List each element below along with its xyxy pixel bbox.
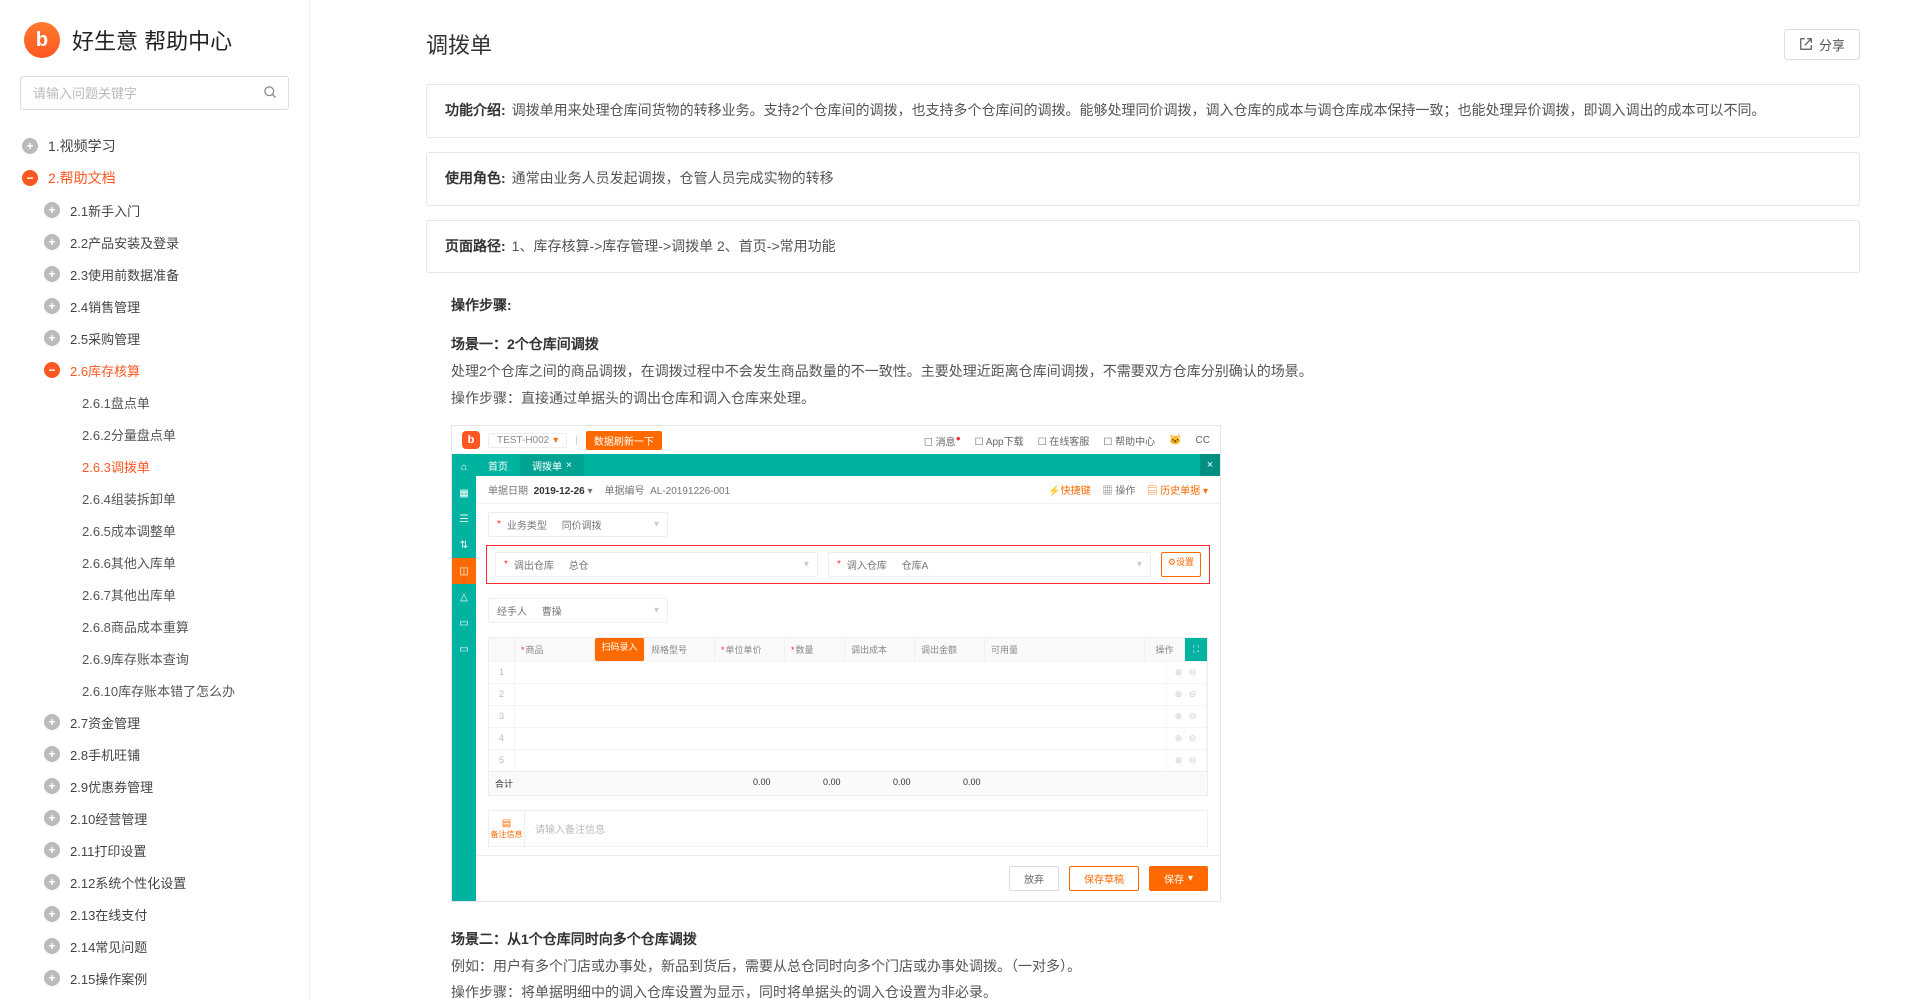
search-icon[interactable] [263, 85, 278, 100]
nav-2-6-1[interactable]: 2.6.1盘点单 [0, 386, 309, 418]
user-name: CC [1196, 435, 1210, 446]
nav-2-6[interactable]: −2.6库存核算 [0, 354, 309, 386]
nav-2-14[interactable]: +2.14常见问题 [0, 930, 309, 962]
app-sidebar: ⌂▦☰⇅ ◫ △▭▭ [452, 454, 476, 901]
refresh-button: 数据刷新一下 [586, 431, 662, 450]
discard-button: 放弃 [1009, 866, 1059, 891]
nav-2-13[interactable]: +2.13在线支付 [0, 898, 309, 930]
nav-2-6-3[interactable]: 2.6.3调拨单 [0, 450, 309, 482]
scene1-title: 场景一：2个仓库间调拨 [451, 331, 1860, 358]
app-logo-icon: b [462, 431, 480, 449]
help-link: ☐ 帮助中心 [1103, 433, 1155, 448]
nav-2-2[interactable]: +2.2产品安装及登录 [0, 226, 309, 258]
nav-2-5[interactable]: +2.5采购管理 [0, 322, 309, 354]
nav-2-6-5[interactable]: 2.6.5成本调整单 [0, 514, 309, 546]
search-box[interactable] [20, 76, 289, 110]
nav-2-9[interactable]: +2.9优惠券管理 [0, 770, 309, 802]
inventory-icon: ◫ [452, 558, 476, 584]
save-button: 保存▾ [1149, 866, 1208, 891]
history-link: ▤ 历史单据 ▾ [1147, 482, 1208, 497]
brand-logo: b [24, 22, 60, 58]
fullscreen-icon: ⛶ [1185, 638, 1207, 661]
intro-box: 功能介绍:调拨单用来处理仓库间货物的转移业务。支持2个仓库间的调拨，也支持多个仓… [426, 84, 1860, 138]
scene2-title: 场景二：从1个仓库同时向多个仓库调拨 [451, 926, 1860, 953]
remark-box: ▤备注信息 请输入备注信息 [488, 810, 1208, 847]
screenshot-1: b TEST-H002▾ | 数据刷新一下 ☐ 消息● ☐ App下载 ☐ 在线… [451, 425, 1221, 902]
nav-2-12[interactable]: +2.12系统个性化设置 [0, 866, 309, 898]
scene2-p2: 操作步骤：将单据明细中的调入仓库设置为显示，同时将单据头的调入仓设置为非必录。 [451, 979, 1860, 999]
article-body-2: 场景二：从1个仓库同时向多个仓库调拨 例如：用户有多个门店或办事处，新品到货后，… [426, 926, 1860, 999]
tab-close-all: × [1200, 454, 1220, 476]
nav-2-6-9[interactable]: 2.6.9库存账本查询 [0, 642, 309, 674]
nav-2-15[interactable]: +2.15操作案例 [0, 962, 309, 994]
close-icon: × [566, 460, 572, 471]
chevron-down-icon: ▾ [1188, 873, 1193, 884]
scene2-p1: 例如：用户有多个门店或办事处，新品到货后，需要从总仓同时向多个门店或办事处调拨。… [451, 953, 1860, 980]
page-title: 调拨单 [426, 28, 492, 60]
warehouse-highlight: *调出仓库 总仓▾ *调入仓库 仓库A▾ ⚙设置 [486, 545, 1210, 584]
nav-2-6-10[interactable]: 2.6.10库存账本错了怎么办 [0, 674, 309, 706]
nav-2-6-4[interactable]: 2.6.4组装拆卸单 [0, 482, 309, 514]
nav-video[interactable]: +1.视频学习 [0, 130, 309, 162]
operate-link: ▦ 操作 [1103, 482, 1136, 497]
biztype-field: *业务类型 同价调拨▾ [488, 512, 668, 537]
avatar-icon: 🐱 [1169, 435, 1181, 446]
brand-title: 好生意 帮助中心 [72, 24, 232, 56]
msg-icon: ☐ 消息● [924, 433, 961, 448]
steps-heading: 操作步骤: [451, 295, 1860, 315]
handler-field: 经手人 曹操▾ [488, 598, 668, 623]
online-service: ☐ 在线客服 [1038, 433, 1090, 448]
nav-2-1[interactable]: +2.1新手入门 [0, 194, 309, 226]
main-content: 调拨单 分享 功能介绍:调拨单用来处理仓库间货物的转移业务。支持2个仓库间的调拨… [310, 0, 1920, 999]
nav-2-8[interactable]: +2.8手机旺铺 [0, 738, 309, 770]
scan-button: 扫码录入 [595, 638, 645, 661]
note-icon: ▤ [502, 818, 511, 829]
scene1-p2: 操作步骤：直接通过单据头的调出仓库和调入仓库来处理。 [451, 385, 1860, 412]
savedraft-button: 保存草稿 [1069, 866, 1139, 891]
nav-2-7[interactable]: +2.7资金管理 [0, 706, 309, 738]
article-body: 场景一：2个仓库间调拨 处理2个仓库之间的商品调拨，在调拨过程中不会发生商品数量… [426, 331, 1860, 411]
nav-2-11[interactable]: +2.11打印设置 [0, 834, 309, 866]
app-download: ☐ App下载 [975, 433, 1024, 448]
nav-2-6-2[interactable]: 2.6.2分量盘点单 [0, 418, 309, 450]
nav-helpdoc[interactable]: −2.帮助文档 [0, 162, 309, 194]
role-box: 使用角色:通常由业务人员发起调拨，仓管人员完成实物的转移 [426, 152, 1860, 206]
nav-2-6-7[interactable]: 2.6.7其他出库单 [0, 578, 309, 610]
nav-2-6-8[interactable]: 2.6.8商品成本重算 [0, 610, 309, 642]
detail-table: 商品 扫码录入 规格型号 单位单价 数量 调出成本 调出金额 可用量 操作 ⛶ … [488, 637, 1208, 796]
tab-doc: 调拨单× [520, 455, 584, 476]
share-button[interactable]: 分享 [1784, 29, 1860, 60]
nav-2-10[interactable]: +2.10经营管理 [0, 802, 309, 834]
store-selector: TEST-H002▾ [488, 433, 567, 448]
nav-2-6-6[interactable]: 2.6.6其他入库单 [0, 546, 309, 578]
hotkey-link: ⚡快捷键 [1048, 482, 1090, 497]
nav-2-4[interactable]: +2.4销售管理 [0, 290, 309, 322]
sidebar: b 好生意 帮助中心 +1.视频学习 −2.帮助文档 +2.1新手入门 +2.2… [0, 0, 310, 999]
nav-2-3[interactable]: +2.3使用前数据准备 [0, 258, 309, 290]
nav-tree: +1.视频学习 −2.帮助文档 +2.1新手入门 +2.2产品安装及登录 +2.… [0, 126, 309, 998]
path-box: 页面路径:1、库存核算->库存管理->调拨单 2、首页->常用功能 [426, 220, 1860, 274]
search-input[interactable] [33, 86, 254, 101]
tab-home: 首页 [476, 455, 520, 476]
scene1-p1: 处理2个仓库之间的商品调拨，在调拨过程中不会发生商品数量的不一致性。主要处理近距… [451, 358, 1860, 385]
brand: b 好生意 帮助中心 [0, 16, 309, 76]
settings-button: ⚙设置 [1161, 552, 1201, 577]
share-icon [1799, 37, 1813, 51]
